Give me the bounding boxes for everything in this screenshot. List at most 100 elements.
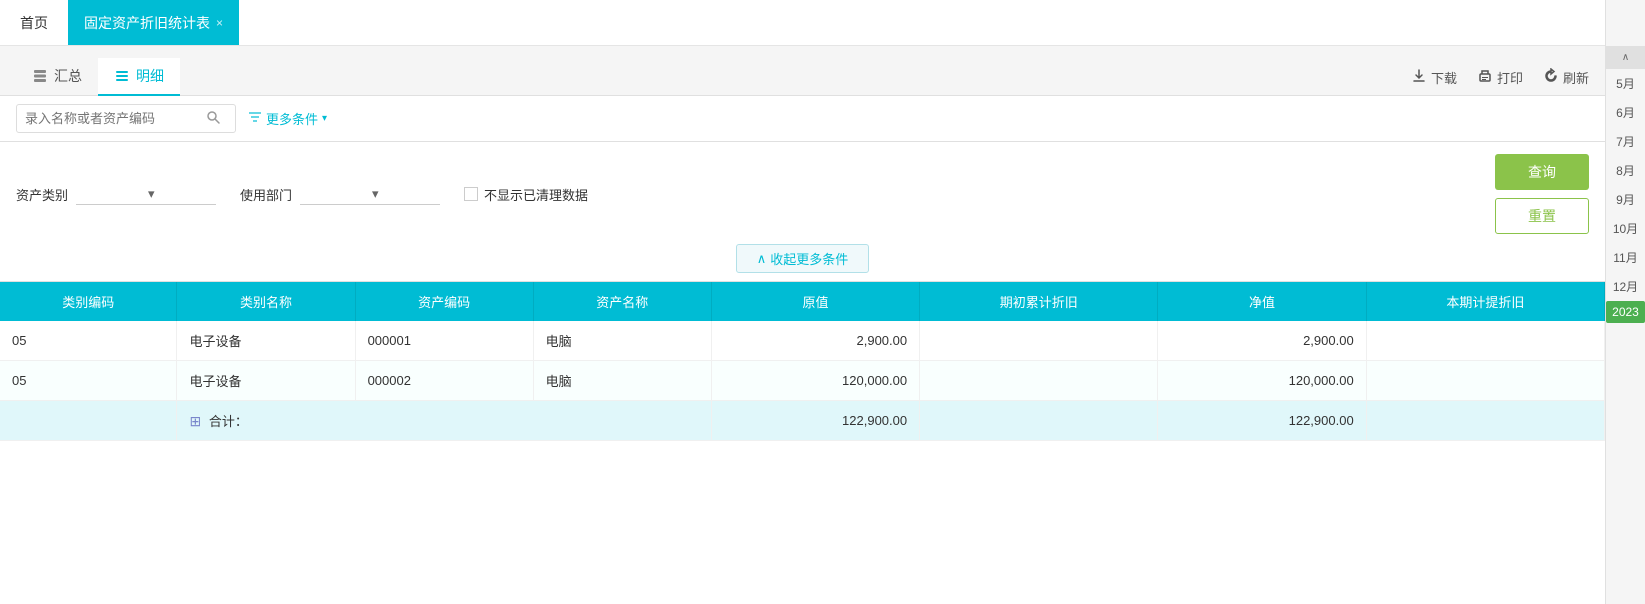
right-sidebar: ∧ 5月 6月 7月 8月 9月 10月 11月 12月 2023 <box>1605 0 1645 604</box>
month-5[interactable]: 5月 <box>1612 69 1639 98</box>
total-label-cell: ⊞ 合计： <box>177 401 711 441</box>
active-tab[interactable]: 固定资产折旧统计表 × <box>68 0 239 45</box>
row1-net-value: 2,900.00 <box>1158 321 1366 361</box>
total-net-value: 122,900.00 <box>1158 401 1366 441</box>
row1-category-code: 05 <box>0 321 177 361</box>
toolbar-right: 下载 打印 刷新 <box>1411 68 1589 95</box>
row2-acc-depreciation <box>920 361 1158 401</box>
download-icon <box>1411 68 1427 87</box>
row2-net-value: 120,000.00 <box>1158 361 1366 401</box>
row2-category-name: 电子设备 <box>177 361 355 401</box>
more-conditions-label: 更多条件 <box>266 109 318 128</box>
search-icon <box>205 109 221 128</box>
print-label: 打印 <box>1497 68 1523 87</box>
row2-current-depreciation <box>1366 361 1604 401</box>
search-input-wrap[interactable] <box>16 104 236 133</box>
sidebar-arrow-up[interactable]: ∧ <box>1606 46 1645 69</box>
asset-category-group: 资产类别 ▾ <box>16 184 216 205</box>
table-header-row: 类别编码 类别名称 资产编码 资产名称 原值 期初累计折旧 净值 本期计提折旧 <box>0 282 1605 321</box>
month-9[interactable]: 9月 <box>1612 185 1639 214</box>
table-row[interactable]: 05 电子设备 000001 电脑 2,900.00 2,900.00 <box>0 321 1605 361</box>
tab-label: 固定资产折旧统计表 <box>84 13 210 33</box>
col-category-name: 类别名称 <box>177 282 355 321</box>
row1-asset-code: 000001 <box>355 321 533 361</box>
more-conditions-button[interactable]: 更多条件 ▾ <box>248 109 327 128</box>
tab-close-icon[interactable]: × <box>216 16 223 30</box>
total-current-depreciation <box>1366 401 1604 441</box>
top-nav: 首页 固定资产折旧统计表 × ✕ <box>0 0 1645 46</box>
row2-category-code: 05 <box>0 361 177 401</box>
col-current-depreciation: 本期计提折旧 <box>1366 282 1604 321</box>
action-buttons: 查询 重置 <box>1495 154 1589 234</box>
col-net-value: 净值 <box>1158 282 1366 321</box>
filter-row: 资产类别 ▾ 使用部门 ▾ 不显示已清理数据 查询 重置 <box>16 154 1589 234</box>
total-original-value: 122,900.00 <box>711 401 919 441</box>
search-input[interactable] <box>25 111 205 126</box>
total-acc-depreciation <box>920 401 1158 441</box>
chevron-down-icon: ▾ <box>322 113 327 124</box>
month-10[interactable]: 10月 <box>1609 214 1642 243</box>
department-label: 使用部门 <box>240 185 292 204</box>
row1-category-name: 电子设备 <box>177 321 355 361</box>
hide-cleared-group: 不显示已清理数据 <box>464 185 588 204</box>
collapse-label: 收起更多条件 <box>770 249 848 268</box>
total-icon-cell <box>0 401 177 441</box>
data-table: 类别编码 类别名称 资产编码 资产名称 原值 期初累计折旧 净值 本期计提折旧 … <box>0 282 1605 441</box>
print-button[interactable]: 打印 <box>1477 68 1523 87</box>
filter-icon <box>248 110 262 127</box>
filter-area: 资产类别 ▾ 使用部门 ▾ 不显示已清理数据 查询 重置 <box>0 142 1605 282</box>
collapse-button[interactable]: ∧ 收起更多条件 <box>736 244 870 273</box>
search-bar: 更多条件 ▾ <box>0 96 1605 142</box>
month-12[interactable]: 12月 <box>1609 272 1642 301</box>
download-button[interactable]: 下载 <box>1411 68 1457 87</box>
month-8[interactable]: 8月 <box>1612 156 1639 185</box>
col-original-value: 原值 <box>711 282 919 321</box>
table-container: 类别编码 类别名称 资产编码 资产名称 原值 期初累计折旧 净值 本期计提折旧 … <box>0 282 1605 604</box>
month-11[interactable]: 11月 <box>1609 243 1641 272</box>
layers-icon <box>32 68 48 84</box>
main-content: 汇总 明细 下载 打印 <box>0 46 1605 604</box>
print-icon <box>1477 68 1493 87</box>
row2-asset-name: 电脑 <box>533 361 711 401</box>
row2-asset-code: 000002 <box>355 361 533 401</box>
total-label: 合计： <box>209 414 248 429</box>
row2-original-value: 120,000.00 <box>711 361 919 401</box>
month-6[interactable]: 6月 <box>1612 98 1639 127</box>
hide-cleared-checkbox[interactable] <box>464 187 478 201</box>
refresh-icon <box>1543 68 1559 87</box>
sub-tabs: 汇总 明细 下载 打印 <box>0 46 1605 96</box>
row1-asset-name: 电脑 <box>533 321 711 361</box>
category-chevron-icon: ▾ <box>148 186 212 202</box>
department-group: 使用部门 ▾ <box>240 184 440 205</box>
reset-button[interactable]: 重置 <box>1495 198 1589 234</box>
refresh-label: 刷新 <box>1563 68 1589 87</box>
tab-summary[interactable]: 汇总 <box>16 58 98 96</box>
row1-original-value: 2,900.00 <box>711 321 919 361</box>
row1-acc-depreciation <box>920 321 1158 361</box>
col-category-code: 类别编码 <box>0 282 177 321</box>
asset-category-select[interactable]: ▾ <box>76 184 216 205</box>
tab-summary-label: 汇总 <box>54 66 82 86</box>
tab-detail[interactable]: 明细 <box>98 58 180 96</box>
refresh-button[interactable]: 刷新 <box>1543 68 1589 87</box>
col-asset-code: 资产编码 <box>355 282 533 321</box>
month-7[interactable]: 7月 <box>1612 127 1639 156</box>
col-asset-name: 资产名称 <box>533 282 711 321</box>
asset-category-label: 资产类别 <box>16 185 68 204</box>
tab-detail-label: 明细 <box>136 66 164 86</box>
department-select[interactable]: ▾ <box>300 184 440 205</box>
hide-cleared-label: 不显示已清理数据 <box>484 185 588 204</box>
query-button[interactable]: 查询 <box>1495 154 1589 190</box>
department-chevron-icon: ▾ <box>372 186 436 202</box>
total-icon: ⊞ <box>189 413 201 429</box>
col-acc-depreciation: 期初累计折旧 <box>920 282 1158 321</box>
table-row[interactable]: 05 电子设备 000002 电脑 120,000.00 120,000.00 <box>0 361 1605 401</box>
download-label: 下载 <box>1431 68 1457 87</box>
collapse-up-icon: ∧ <box>757 251 767 267</box>
home-tab[interactable]: 首页 <box>0 0 68 45</box>
year-2023[interactable]: 2023 <box>1606 301 1645 323</box>
total-row: ⊞ 合计： 122,900.00 122,900.00 <box>0 401 1605 441</box>
row1-current-depreciation <box>1366 321 1604 361</box>
collapse-row: ∧ 收起更多条件 <box>16 244 1589 273</box>
list-icon <box>114 68 130 84</box>
